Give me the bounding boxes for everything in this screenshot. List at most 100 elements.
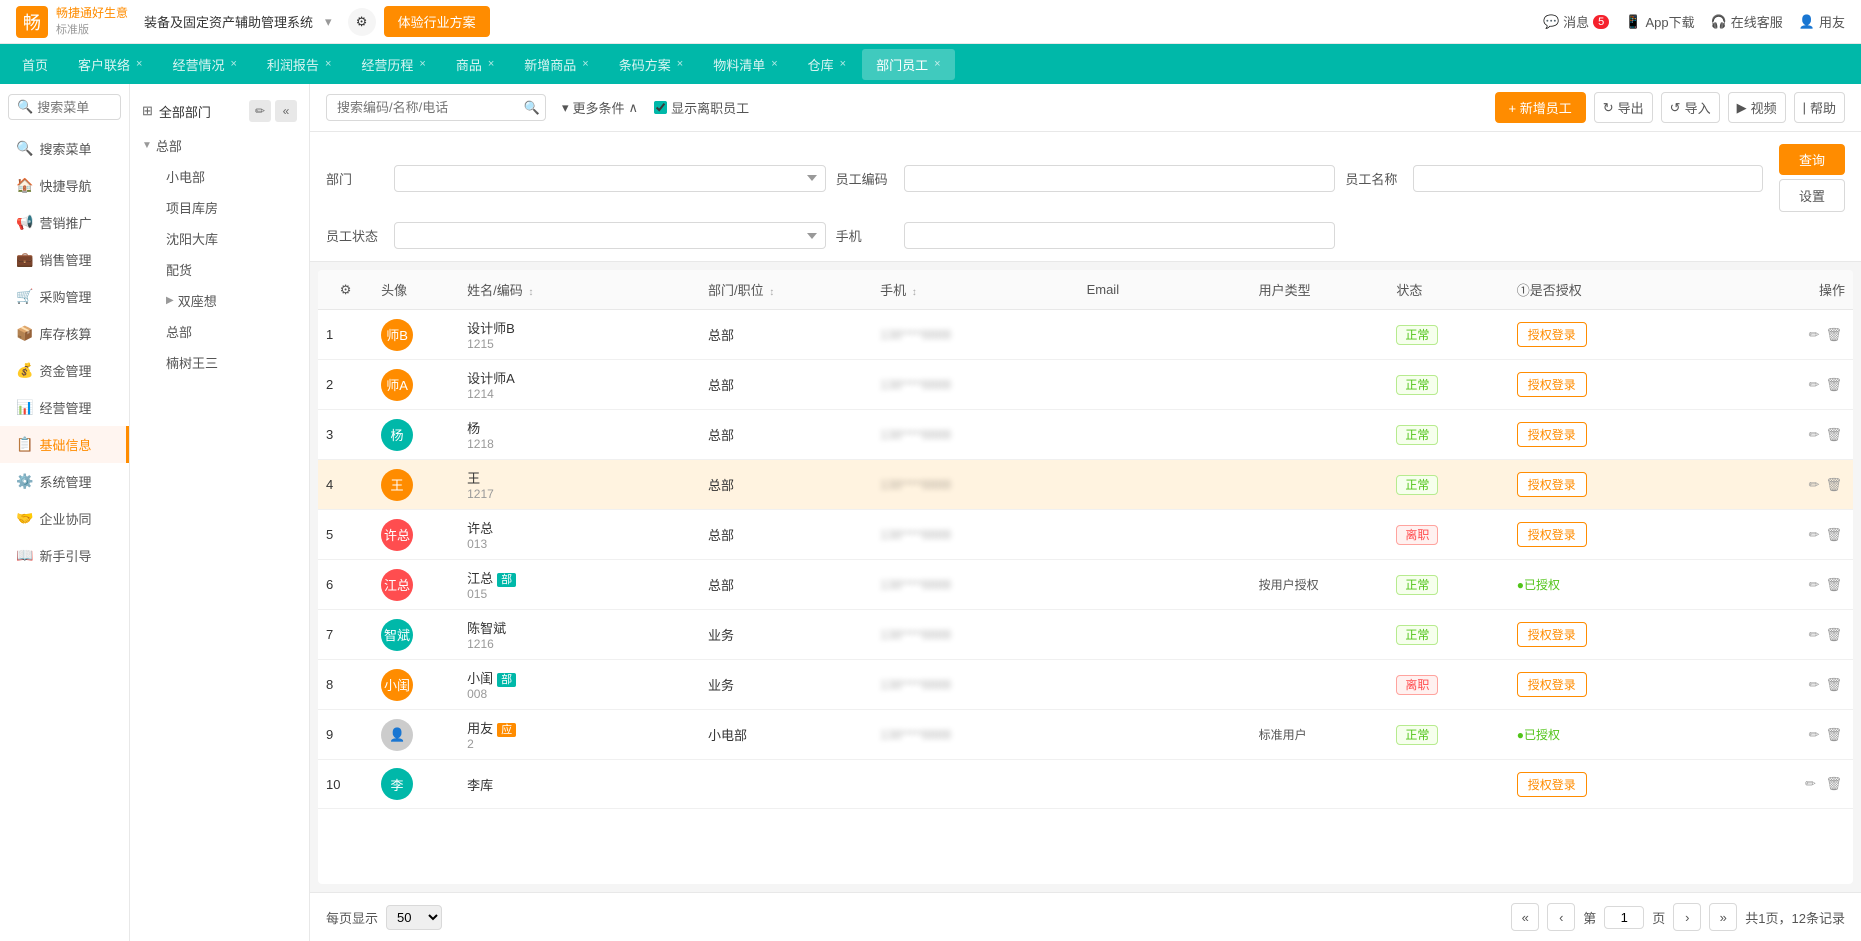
delete-icon[interactable]: 🗑 [1825,577,1842,592]
dept-item-nanshu[interactable]: 楠树王三 [150,347,309,378]
nav-tab-客户联络[interactable]: 客户联络× [64,49,156,80]
close-tab-icon[interactable]: × [677,58,683,70]
emp-status-select[interactable] [394,222,826,249]
dept-item-xiaodian[interactable]: 小电部 [150,161,309,192]
auth-login-btn[interactable]: 授权登录 [1517,672,1587,697]
auth-login-btn[interactable]: 授权登录 [1517,522,1587,547]
sidebar-item-collab[interactable]: 🤝企业协同 [0,500,129,537]
show-dimission-checkbox[interactable]: 显示离职员工 [654,98,749,117]
dept-panel-collapse-btn[interactable]: « [275,100,297,122]
search-icon[interactable]: 🔍 [524,100,540,116]
edit-icon[interactable]: ✏ [1805,776,1816,791]
delete-icon[interactable]: 🗑 [1825,627,1842,642]
app-download-btn[interactable]: 📱 App下载 [1625,12,1694,31]
edit-icon[interactable]: ✏ [1809,577,1820,592]
edit-icon[interactable]: ✏ [1809,327,1820,342]
edit-icon[interactable]: ✏ [1809,677,1820,692]
nav-tab-仓库[interactable]: 仓库× [794,49,860,80]
close-tab-icon[interactable]: × [934,58,940,70]
auth-login-btn[interactable]: 授权登录 [1517,422,1587,447]
sidebar-item-system[interactable]: ⚙️系统管理 [0,463,129,500]
add-employee-btn[interactable]: + 新增员工 [1495,92,1586,123]
nav-tab-经营情况[interactable]: 经营情况× [158,49,250,80]
edit-icon[interactable]: ✏ [1809,627,1820,642]
nav-tab-利润报告[interactable]: 利润报告× [253,49,345,80]
edit-icon[interactable]: ✏ [1809,527,1820,542]
nav-tab-经营历程[interactable]: 经营历程× [347,49,439,80]
dept-select[interactable] [394,165,826,192]
per-page-select[interactable]: 50 100 200 [386,905,442,930]
nav-tab-商品[interactable]: 商品× [442,49,508,80]
close-tab-icon[interactable]: × [230,58,236,70]
close-tab-icon[interactable]: × [771,58,777,70]
sidebar-item-purchase[interactable]: 🛒采购管理 [0,278,129,315]
col-settings[interactable]: ⚙ [318,270,373,310]
sidebar-item-search[interactable]: 🔍搜索菜单 [0,130,129,167]
sidebar-item-quick-nav[interactable]: 🏠快捷导航 [0,167,129,204]
import-btn[interactable]: ↺ 导入 [1661,92,1720,123]
close-tab-icon[interactable]: × [840,58,846,70]
help-btn[interactable]: | 帮助 [1794,92,1845,123]
nav-tab-条码方案[interactable]: 条码方案× [605,49,697,80]
online-service-btn[interactable]: 🎧 在线客服 [1711,12,1783,31]
query-btn[interactable]: 查询 [1779,144,1845,175]
edit-icon[interactable]: ✏ [1809,377,1820,392]
nav-tab-物料清单[interactable]: 物料清单× [699,49,791,80]
auth-login-btn[interactable]: 授权登录 [1517,622,1587,647]
col-name[interactable]: 姓名/编码 ↕ [459,270,700,310]
last-page-btn[interactable]: » [1709,903,1737,931]
close-tab-icon[interactable]: × [582,58,588,70]
delete-icon[interactable]: 🗑 [1825,427,1842,442]
nav-tab-首页[interactable]: 首页 [8,49,62,80]
delete-icon[interactable]: 🗑 [1825,377,1842,392]
edit-icon[interactable]: ✏ [1809,477,1820,492]
emp-name-input[interactable] [1413,165,1763,192]
dept-item-shenyang[interactable]: 沈阳大库 [150,223,309,254]
sidebar-item-finance[interactable]: 💰资金管理 [0,352,129,389]
search-input[interactable] [326,94,546,121]
delete-icon[interactable]: 🗑 [1825,527,1842,542]
messages-btn[interactable]: 💬 消息 5 [1543,12,1609,31]
delete-icon[interactable]: 🗑 [1825,677,1842,692]
title-arrow-icon[interactable]: ▾ [325,14,332,30]
search-menu-input[interactable] [37,100,107,115]
delete-icon[interactable]: 🗑 [1825,477,1842,492]
delete-icon[interactable]: 🗑 [1825,776,1842,791]
dept-item-shuangzuo[interactable]: ▶ 双座想 [150,285,309,316]
prev-page-btn[interactable]: ‹ [1547,903,1575,931]
export-btn[interactable]: ↻ 导出 [1594,92,1653,123]
edit-icon[interactable]: ✏ [1809,727,1820,742]
user-menu[interactable]: 👤 用友 [1799,12,1845,31]
sidebar-item-sales[interactable]: 💼销售管理 [0,241,129,278]
dept-item-project[interactable]: 项目库房 [150,192,309,223]
page-input[interactable] [1604,906,1644,929]
delete-icon[interactable]: 🗑 [1825,327,1842,342]
col-dept[interactable]: 部门/职位 ↕ [700,270,872,310]
sidebar-item-basic-info[interactable]: 📋基础信息 [0,426,129,463]
emp-code-input[interactable] [904,165,1336,192]
next-page-btn[interactable]: › [1673,903,1701,931]
auth-login-btn[interactable]: 授权登录 [1517,372,1587,397]
edit-icon[interactable]: ✏ [1809,427,1820,442]
sidebar-item-inventory[interactable]: 📦库存核算 [0,315,129,352]
dept-item-root[interactable]: ▼ 总部 [130,130,309,161]
delete-icon[interactable]: 🗑 [1825,727,1842,742]
nav-tab-部门员工[interactable]: 部门员工× [862,49,954,80]
auth-btn[interactable]: 授权登录 [1517,772,1587,797]
view-btn[interactable]: ▶ 视频 [1728,92,1786,123]
auth-login-btn[interactable]: 授权登录 [1517,322,1587,347]
dept-item-peihuo[interactable]: 配货 [150,254,309,285]
close-tab-icon[interactable]: × [325,58,331,70]
sidebar-item-operations[interactable]: 📊经营管理 [0,389,129,426]
close-tab-icon[interactable]: × [488,58,494,70]
close-tab-icon[interactable]: × [419,58,425,70]
close-tab-icon[interactable]: × [136,58,142,70]
auth-login-btn[interactable]: 授权登录 [1517,472,1587,497]
dept-item-zongbu[interactable]: 总部 [150,316,309,347]
dept-panel-edit-btn[interactable]: ✏ [249,100,271,122]
settings-icon[interactable]: ⚙ [348,8,376,36]
reset-btn[interactable]: 设置 [1779,179,1845,212]
nav-tab-新增商品[interactable]: 新增商品× [510,49,602,80]
trial-btn[interactable]: 体验行业方案 [384,6,490,37]
left-nav-search[interactable]: 🔍 [8,94,121,120]
